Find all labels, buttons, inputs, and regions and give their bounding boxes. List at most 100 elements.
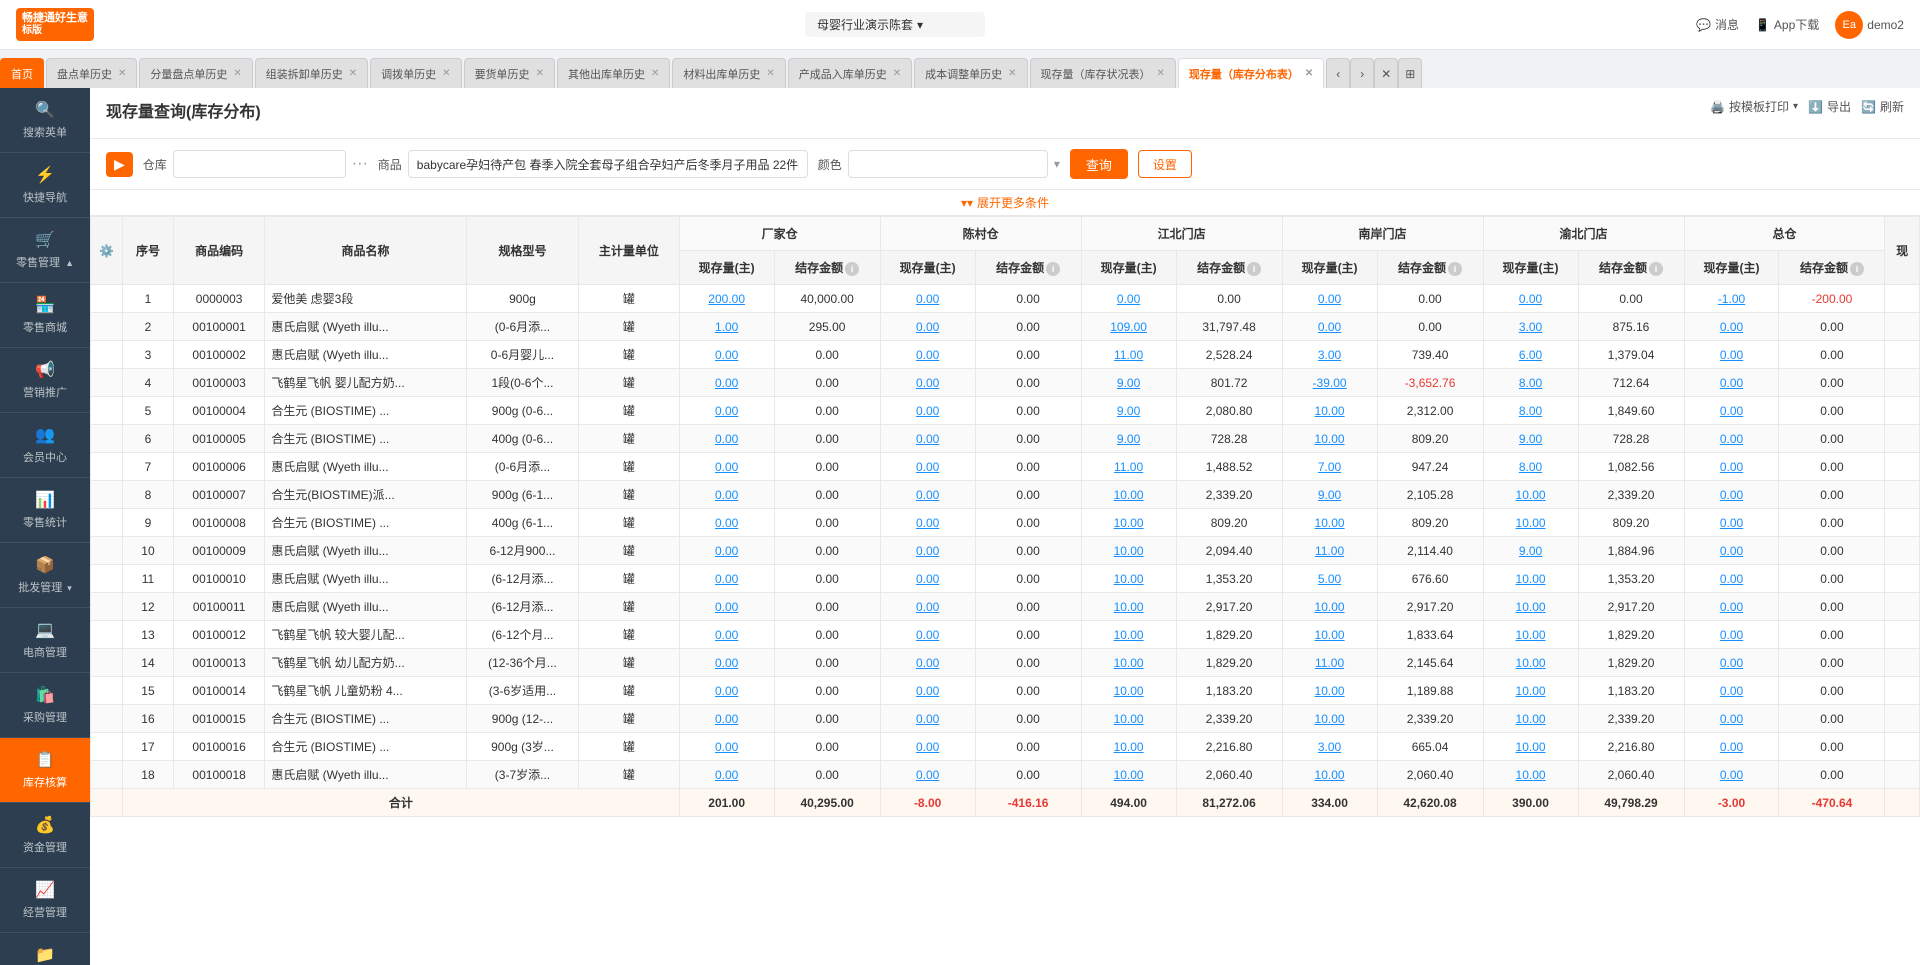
sidebar-item-inventory[interactable]: 📋 库存核算	[0, 738, 90, 803]
close-icon[interactable]: ✕	[233, 68, 241, 79]
tab-qtcc[interactable]: 其他出库单历史 ✕	[557, 58, 670, 88]
info-icon[interactable]: i	[1649, 262, 1663, 276]
logo-box: 畅捷通好生意 标版	[16, 8, 94, 41]
sidebar-item-retail-stat[interactable]: 📊 零售统计	[0, 478, 90, 543]
setting-button[interactable]: 设置	[1138, 150, 1192, 178]
color-input[interactable]	[848, 150, 1048, 178]
col-settings[interactable]: ⚙️	[91, 217, 123, 285]
sidebar-item-ecom[interactable]: 💻 电商管理	[0, 608, 90, 673]
tab-ygdh[interactable]: 要货单历史 ✕	[464, 58, 555, 88]
export-btn[interactable]: ⬇️ 导出	[1808, 98, 1851, 115]
sidebar-item-wholesale[interactable]: 📦 批发管理 ▾	[0, 543, 90, 608]
chevron-down-icon[interactable]: ▾	[1054, 157, 1060, 171]
tab-dpdh[interactable]: 调拨单历史 ✕	[370, 58, 461, 88]
warehouse-input[interactable]	[173, 150, 346, 178]
tab-expand-btn[interactable]: ⊞	[1398, 58, 1422, 88]
tab-home[interactable]: 首页	[0, 58, 44, 88]
logo-area: 畅捷通好生意 标版	[16, 8, 94, 41]
flash-icon: ⚡	[8, 165, 82, 185]
expand-more-btn[interactable]: ▾▾ 展开更多条件	[90, 190, 1920, 215]
info-icon[interactable]: i	[1247, 262, 1261, 276]
tab-pddh[interactable]: 盘点单历史 ✕	[46, 58, 137, 88]
laptop-icon: 💻	[8, 620, 82, 640]
table-row: 300100002惠氏启赋 (Wyeth illu...0-6月婴儿...罐0.…	[91, 341, 1920, 369]
content-area: 现存量查询(库存分布) 🖨️ 按模板打印 ▾ ⬇️ 导出 🔄 刷新	[90, 88, 1920, 965]
tab-next-btn[interactable]: ›	[1350, 58, 1374, 88]
tab-cbtzdh[interactable]: 成本调整单历史 ✕	[914, 58, 1027, 88]
refresh-btn[interactable]: 🔄 刷新	[1861, 98, 1904, 115]
query-button[interactable]: 查询	[1070, 149, 1128, 179]
tab-clckdh[interactable]: 材料出库单历史 ✕	[672, 58, 785, 88]
folder-icon: 📁	[8, 945, 82, 965]
close-icon[interactable]: ✕	[893, 68, 901, 79]
sidebar-item-search[interactable]: 🔍 搜索英单	[0, 88, 90, 153]
info-icon[interactable]: i	[1850, 262, 1864, 276]
sidebar-item-marketing[interactable]: 📢 营销推广	[0, 348, 90, 413]
message-icon: 💬	[1696, 18, 1711, 32]
col-code-header: 商品编码	[173, 217, 264, 285]
close-icon[interactable]: ✕	[1008, 68, 1016, 79]
tab-close-all-btn[interactable]: ✕	[1374, 58, 1398, 88]
col-cur-header: 现	[1885, 217, 1920, 285]
tab-cprk[interactable]: 产成品入库单历史 ✕	[788, 58, 912, 88]
chevron-up-icon: ▲	[65, 258, 74, 268]
table-header-group: ⚙️ 序号 商品编码 商品名称 规格型号 主计量单位 厂家仓 陈村仓 江北门店 …	[91, 217, 1920, 251]
warehouse-field: 仓库 ···	[143, 150, 368, 178]
sidebar-item-retail-mgmt[interactable]: 🛒 零售管理 ▲	[0, 218, 90, 283]
close-icon[interactable]: ✕	[349, 68, 357, 79]
col-yubei-qty: 现存量(主)	[1483, 251, 1578, 285]
print-btn[interactable]: 🖨️ 按模板打印 ▾	[1710, 98, 1798, 115]
close-icon[interactable]: ✕	[118, 68, 126, 79]
sidebar-item-nav[interactable]: ⚡ 快捷导航	[0, 153, 90, 218]
sidebar-item-basic[interactable]: 📁 基础信息	[0, 933, 90, 965]
sidebar-item-finance[interactable]: 💰 资金管理	[0, 803, 90, 868]
industry-selector[interactable]: 母婴行业演示陈套 ▾	[805, 12, 985, 37]
col-chanjia-amt: 结存金额i	[774, 251, 880, 285]
tab-bar: 首页 盘点单历史 ✕ 分量盘点单历史 ✕ 组装拆卸单历史 ✕ 调拨单历史 ✕ 要…	[0, 50, 1920, 88]
user-menu[interactable]: Ea demo2	[1835, 11, 1904, 39]
sidebar-item-ops[interactable]: 📈 经营管理	[0, 868, 90, 933]
info-icon[interactable]: i	[1448, 262, 1462, 276]
tab-xclfb[interactable]: 现存量（库存分布表） ✕	[1178, 58, 1324, 88]
col-nanan-qty: 现存量(主)	[1282, 251, 1377, 285]
col-group-chencun: 陈村仓	[880, 217, 1081, 251]
close-icon[interactable]: ✕	[1305, 68, 1313, 79]
close-icon[interactable]: ✕	[766, 68, 774, 79]
filter-toggle-btn[interactable]: ▶	[106, 152, 133, 177]
tab-xclk[interactable]: 现存量（库存状况表） ✕	[1030, 58, 1176, 88]
col-chencun-qty: 现存量(主)	[880, 251, 975, 285]
tab-zccc[interactable]: 组装拆卸单历史 ✕	[255, 58, 368, 88]
table-row: 1500100014飞鹤星飞帆 儿童奶粉 4...(3-6岁适用...罐0.00…	[91, 677, 1920, 705]
chevron-down-icon: ▾	[917, 18, 923, 32]
sidebar-item-retail-shop[interactable]: 🏪 零售商城	[0, 283, 90, 348]
page-header: 现存量查询(库存分布) 🖨️ 按模板打印 ▾ ⬇️ 导出 🔄 刷新	[90, 88, 1920, 139]
table-body: 10000003爱他美 虑婴3段900g罐200.0040,000.000.00…	[91, 285, 1920, 817]
chart-icon: 📊	[8, 490, 82, 510]
col-group-jiangbei: 江北门店	[1081, 217, 1282, 251]
table-row: 1400100013飞鹤星飞帆 幼儿配方奶...(12-36个月...罐0.00…	[91, 649, 1920, 677]
info-icon[interactable]: i	[1046, 262, 1060, 276]
app-download-btn[interactable]: 📱 App下载	[1755, 16, 1819, 33]
sidebar-item-member[interactable]: 👥 会员中心	[0, 413, 90, 478]
close-icon[interactable]: ✕	[536, 68, 544, 79]
col-zong-amt: 结存金额i	[1779, 251, 1885, 285]
table-row: 600100005合生元 (BIOSTIME) ...400g (0-6...罐…	[91, 425, 1920, 453]
close-icon[interactable]: ✕	[651, 68, 659, 79]
expand-bar: ▾▾ 展开更多条件	[90, 190, 1920, 216]
table-summary-row: 合计201.0040,295.00-8.00-416.16494.0081,27…	[91, 789, 1920, 817]
tab-prev-btn[interactable]: ‹	[1326, 58, 1350, 88]
sidebar-item-purchase[interactable]: 🛍️ 采购管理	[0, 673, 90, 738]
message-btn[interactable]: 💬 消息	[1696, 16, 1739, 33]
top-header: 畅捷通好生意 标版 母婴行业演示陈套 ▾ 💬 消息 📱 App下载 Ea dem…	[0, 0, 1920, 50]
shop-icon: 🏪	[8, 295, 82, 315]
goods-input[interactable]	[408, 150, 808, 178]
info-icon[interactable]: i	[845, 262, 859, 276]
warehouse-picker-icon[interactable]: ···	[352, 155, 368, 173]
close-icon[interactable]: ✕	[442, 68, 450, 79]
col-jiangbei-amt: 结存金额i	[1176, 251, 1282, 285]
ops-icon: 📈	[8, 880, 82, 900]
close-icon[interactable]: ✕	[1157, 68, 1165, 79]
tab-fbddh[interactable]: 分量盘点单历史 ✕	[139, 58, 252, 88]
table-row: 1100100010惠氏启赋 (Wyeth illu...(6-12月添...罐…	[91, 565, 1920, 593]
chevron-down-icon: ▾	[1793, 101, 1798, 112]
